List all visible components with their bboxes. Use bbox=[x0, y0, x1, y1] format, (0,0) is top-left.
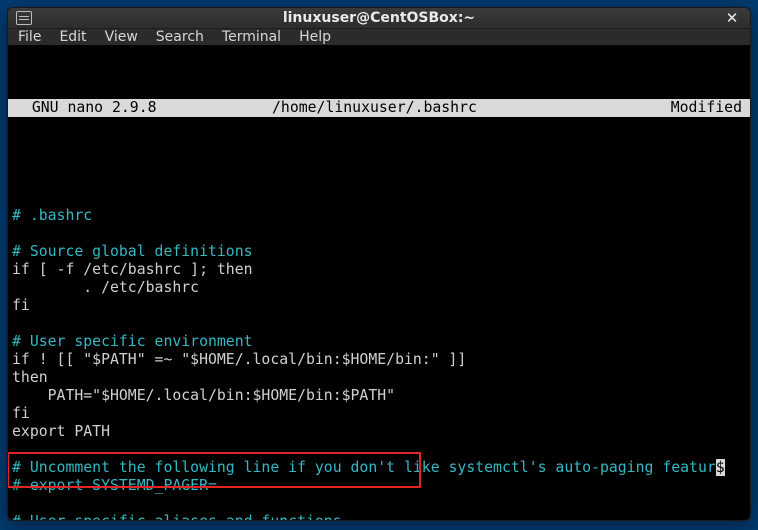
editor-line: # Source global definitions bbox=[12, 243, 253, 260]
editor-line: then bbox=[12, 369, 48, 386]
terminal-body[interactable]: GNU nano 2.9.8 /home/linuxuser/.bashrc M… bbox=[8, 45, 750, 521]
menu-file[interactable]: File bbox=[18, 29, 41, 45]
editor-line: fi bbox=[12, 297, 30, 314]
editor-line: PATH="$HOME/.local/bin:$HOME/bin:$PATH" bbox=[12, 387, 395, 404]
menu-terminal[interactable]: Terminal bbox=[222, 29, 281, 45]
editor-line: # .bashrc bbox=[12, 207, 92, 224]
menu-search[interactable]: Search bbox=[156, 29, 204, 45]
line-wrap-indicator: $ bbox=[716, 459, 725, 476]
menu-edit[interactable]: Edit bbox=[59, 29, 86, 45]
editor-line: if [ -f /etc/bashrc ]; then bbox=[12, 261, 253, 278]
editor-line: # User specific aliases and functions bbox=[12, 513, 342, 521]
nano-statusbar: GNU nano 2.9.8 /home/linuxuser/.bashrc M… bbox=[8, 99, 750, 117]
close-icon[interactable]: ✕ bbox=[722, 8, 742, 28]
terminal-window: linuxuser@CentOSBox:~ ✕ File Edit View S… bbox=[7, 7, 751, 521]
editor-content: # .bashrc # Source global definitions if… bbox=[8, 171, 750, 521]
menubar: File Edit View Search Terminal Help bbox=[8, 29, 750, 45]
editor-line: # User specific environment bbox=[12, 333, 253, 350]
terminal-icon bbox=[16, 11, 32, 25]
window-title: linuxuser@CentOSBox:~ bbox=[8, 10, 750, 26]
nano-filepath: /home/linuxuser/.bashrc bbox=[272, 99, 671, 117]
menu-help[interactable]: Help bbox=[299, 29, 331, 45]
nano-status: Modified bbox=[671, 99, 748, 117]
editor-line: . /etc/bashrc bbox=[12, 279, 199, 296]
editor-line: # export SYSTEMD_PAGER= bbox=[12, 477, 217, 494]
editor-line: fi bbox=[12, 405, 30, 422]
editor-line: if ! [[ "$PATH" =~ "$HOME/.local/bin:$HO… bbox=[12, 351, 466, 368]
menu-view[interactable]: View bbox=[105, 29, 138, 45]
editor-line: # Uncomment the following line if you do… bbox=[12, 459, 716, 476]
nano-version: GNU nano 2.9.8 bbox=[10, 99, 272, 117]
editor-line: export PATH bbox=[12, 423, 110, 440]
titlebar: linuxuser@CentOSBox:~ ✕ bbox=[8, 8, 750, 29]
